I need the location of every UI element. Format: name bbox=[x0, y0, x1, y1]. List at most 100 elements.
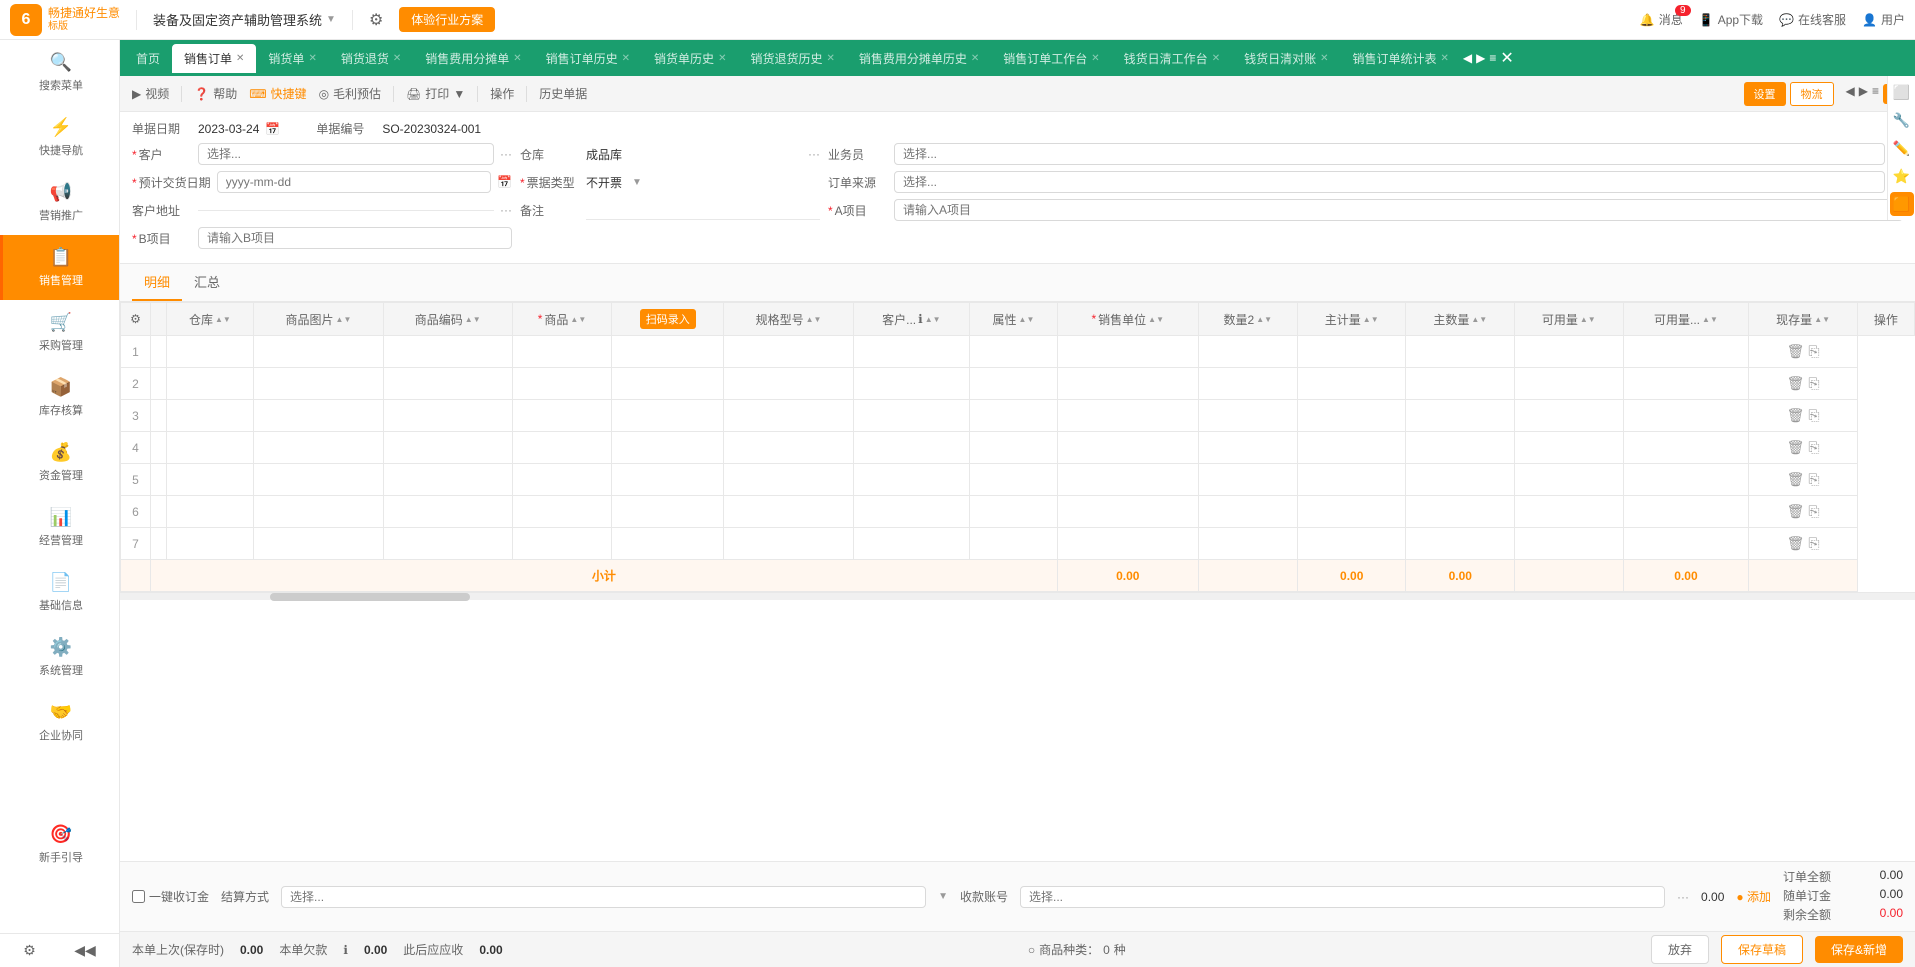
sidebar-item-guide[interactable]: 🎯 新手引导 bbox=[0, 812, 119, 877]
cell-1-code[interactable] bbox=[254, 336, 383, 368]
tab-next-btn[interactable]: ▶ bbox=[1474, 47, 1487, 69]
th-spec[interactable]: 规格型号▲▼ bbox=[724, 303, 853, 336]
cell-1-spec[interactable] bbox=[612, 336, 724, 368]
cell-2-qty2[interactable] bbox=[1057, 368, 1198, 400]
cell-1-warehouse[interactable] bbox=[151, 336, 167, 368]
th-settings[interactable]: ⚙ bbox=[121, 303, 151, 336]
tab-slip-history-close[interactable]: ✕ bbox=[718, 53, 726, 64]
settings-icon[interactable]: ⚙ bbox=[369, 10, 383, 30]
tab-stats[interactable]: 销售订单统计表 ✕ bbox=[1340, 44, 1460, 73]
sidebar-item-purchase[interactable]: 🛒 采购管理 bbox=[0, 300, 119, 365]
tab-fee-split[interactable]: 销售费用分摊单 ✕ bbox=[413, 44, 533, 73]
cell-2-customer[interactable] bbox=[724, 368, 853, 400]
invoice-type-chevron[interactable]: ▼ bbox=[632, 177, 642, 188]
right-panel-icon-4[interactable]: ⭐ bbox=[1890, 164, 1914, 188]
tab-sales-order-close[interactable]: ✕ bbox=[236, 53, 244, 64]
row-delete-icon-1[interactable]: 🗑 bbox=[1787, 343, 1805, 360]
cell-1-product[interactable] bbox=[383, 336, 512, 368]
tab-home[interactable]: 首页 bbox=[124, 44, 172, 73]
cell-1-customer[interactable] bbox=[724, 336, 853, 368]
th-current-stock[interactable]: 现存量▲▼ bbox=[1749, 303, 1858, 336]
settings-btn[interactable]: 设置 bbox=[1744, 82, 1786, 106]
tab-daily-clear[interactable]: 钱货日清工作台 ✕ bbox=[1112, 44, 1232, 73]
tab-daily-clear-close[interactable]: ✕ bbox=[1212, 53, 1220, 64]
sidebar-item-inventory[interactable]: 📦 库存核算 bbox=[0, 365, 119, 430]
cell-1-img[interactable] bbox=[166, 336, 254, 368]
tab-return-history-close[interactable]: ✕ bbox=[826, 53, 834, 64]
industry-button[interactable]: 体验行业方案 bbox=[399, 7, 495, 32]
row-copy-icon-5[interactable]: ⎘ bbox=[1808, 471, 1819, 488]
customer-ellipsis[interactable]: ··· bbox=[500, 147, 512, 161]
one-click-checkout-checkbox[interactable]: 一键收订金 bbox=[132, 888, 209, 905]
calendar-icon[interactable]: 📅 bbox=[265, 122, 280, 136]
goods-btn[interactable]: 物流 bbox=[1790, 82, 1834, 106]
add-item-btn[interactable]: ● 添加 bbox=[1736, 888, 1771, 905]
th-main-unit[interactable]: 主计量▲▼ bbox=[1297, 303, 1406, 336]
notification-bell[interactable]: 🔔 9 消息 bbox=[1640, 11, 1683, 28]
receipt-ellipsis[interactable]: ··· bbox=[1677, 890, 1689, 904]
system-title-dropdown[interactable]: 装备及固定资产辅助管理系统 ▼ bbox=[153, 10, 336, 29]
nav-next-icon[interactable]: ▶ bbox=[1859, 84, 1868, 104]
cell-2-available[interactable] bbox=[1406, 368, 1515, 400]
horizontal-scrollbar[interactable] bbox=[120, 592, 1915, 600]
payment-method-input[interactable] bbox=[281, 886, 926, 908]
tab-slip-history[interactable]: 销货单历史 ✕ bbox=[642, 44, 738, 73]
toolbar-print[interactable]: 🖨 打印 ▼ bbox=[406, 85, 465, 102]
cell-2-unit[interactable] bbox=[970, 368, 1058, 400]
cell-1-available2[interactable] bbox=[1515, 336, 1624, 368]
row-copy-icon-4[interactable]: ⎘ bbox=[1808, 439, 1819, 456]
tab-return-close[interactable]: ✕ bbox=[393, 53, 401, 64]
tab-fee-split-close[interactable]: ✕ bbox=[513, 53, 521, 64]
th-product[interactable]: *商品▲▼ bbox=[512, 303, 611, 336]
th-product-img[interactable]: 商品图片▲▼ bbox=[254, 303, 383, 336]
scan-btn[interactable]: 扫码录入 bbox=[640, 309, 696, 329]
sidebar-item-quicknav[interactable]: ⚡ 快捷导航 bbox=[0, 105, 119, 170]
th-available2[interactable]: 可用量...▲▼ bbox=[1623, 303, 1749, 336]
th-main-qty[interactable]: 主数量▲▼ bbox=[1406, 303, 1515, 336]
tab-sales-slip[interactable]: 销货单 ✕ bbox=[256, 44, 328, 73]
th-qty2[interactable]: 数量2▲▼ bbox=[1198, 303, 1297, 336]
cell-1-stock[interactable] bbox=[1623, 336, 1749, 368]
cell-2-spec[interactable] bbox=[612, 368, 724, 400]
cell-2-product[interactable] bbox=[383, 368, 512, 400]
sidebar-item-system[interactable]: ⚙️ 系统管理 bbox=[0, 625, 119, 690]
cell-1-qty2[interactable] bbox=[1057, 336, 1198, 368]
scrollbar-thumb[interactable] bbox=[270, 593, 470, 601]
th-attrs[interactable]: 属性▲▼ bbox=[970, 303, 1058, 336]
row-delete-icon-3[interactable]: 🗑 bbox=[1787, 407, 1805, 424]
save-draft-button[interactable]: 保存草稿 bbox=[1721, 935, 1803, 964]
row-delete-icon-7[interactable]: 🗑 bbox=[1787, 535, 1805, 552]
right-panel-icon-3[interactable]: ✏️ bbox=[1890, 136, 1914, 160]
th-unit[interactable]: *销售单位▲▼ bbox=[1057, 303, 1198, 336]
row-copy-icon-7[interactable]: ⎘ bbox=[1808, 535, 1819, 552]
cell-2-main-unit[interactable] bbox=[1198, 368, 1297, 400]
warehouse-ellipsis[interactable]: ··· bbox=[808, 147, 820, 161]
address-ellipsis[interactable]: ··· bbox=[500, 203, 512, 217]
user-menu[interactable]: 👤 用户 bbox=[1862, 11, 1905, 28]
row-delete-icon-5[interactable]: 🗑 bbox=[1787, 471, 1805, 488]
cell-1-available[interactable] bbox=[1406, 336, 1515, 368]
row-delete-icon-2[interactable]: 🗑 bbox=[1787, 375, 1805, 392]
tab-workbench-close[interactable]: ✕ bbox=[1091, 53, 1099, 64]
cell-1-main-qty[interactable] bbox=[1297, 336, 1406, 368]
th-available[interactable]: 可用量▲▼ bbox=[1515, 303, 1624, 336]
sidebar-item-search[interactable]: 🔍 搜索菜单 bbox=[0, 40, 119, 105]
sidebar-item-marketing[interactable]: 📢 营销推广 bbox=[0, 170, 119, 235]
row-copy-icon-1[interactable]: ⎘ bbox=[1808, 343, 1819, 360]
tab-order-history[interactable]: 销售订单历史 ✕ bbox=[534, 44, 642, 73]
tab-return[interactable]: 销货退货 ✕ bbox=[329, 44, 413, 73]
tab-sales-slip-close[interactable]: ✕ bbox=[308, 53, 316, 64]
cell-1-attrs[interactable] bbox=[853, 336, 969, 368]
toolbar-history[interactable]: 历史单据 bbox=[539, 85, 587, 102]
sidebar-item-finance[interactable]: 💰 资金管理 bbox=[0, 430, 119, 495]
delivery-date-input[interactable] bbox=[217, 171, 491, 193]
b-project-input[interactable] bbox=[198, 227, 512, 249]
tab-return-history[interactable]: 销货退货历史 ✕ bbox=[738, 44, 846, 73]
tab-sales-order[interactable]: 销售订单 ✕ bbox=[172, 44, 256, 73]
tab-prev-btn[interactable]: ◀ bbox=[1461, 47, 1474, 69]
cell-2-warehouse[interactable] bbox=[151, 368, 167, 400]
nav-prev-icon[interactable]: ◀ bbox=[1846, 84, 1855, 104]
list-view-icon[interactable]: ≡ bbox=[1872, 84, 1879, 104]
sidebar-item-basic-info[interactable]: 📄 基础信息 bbox=[0, 560, 119, 625]
sidebar-collapse-icon[interactable]: ◀◀ bbox=[74, 942, 96, 959]
